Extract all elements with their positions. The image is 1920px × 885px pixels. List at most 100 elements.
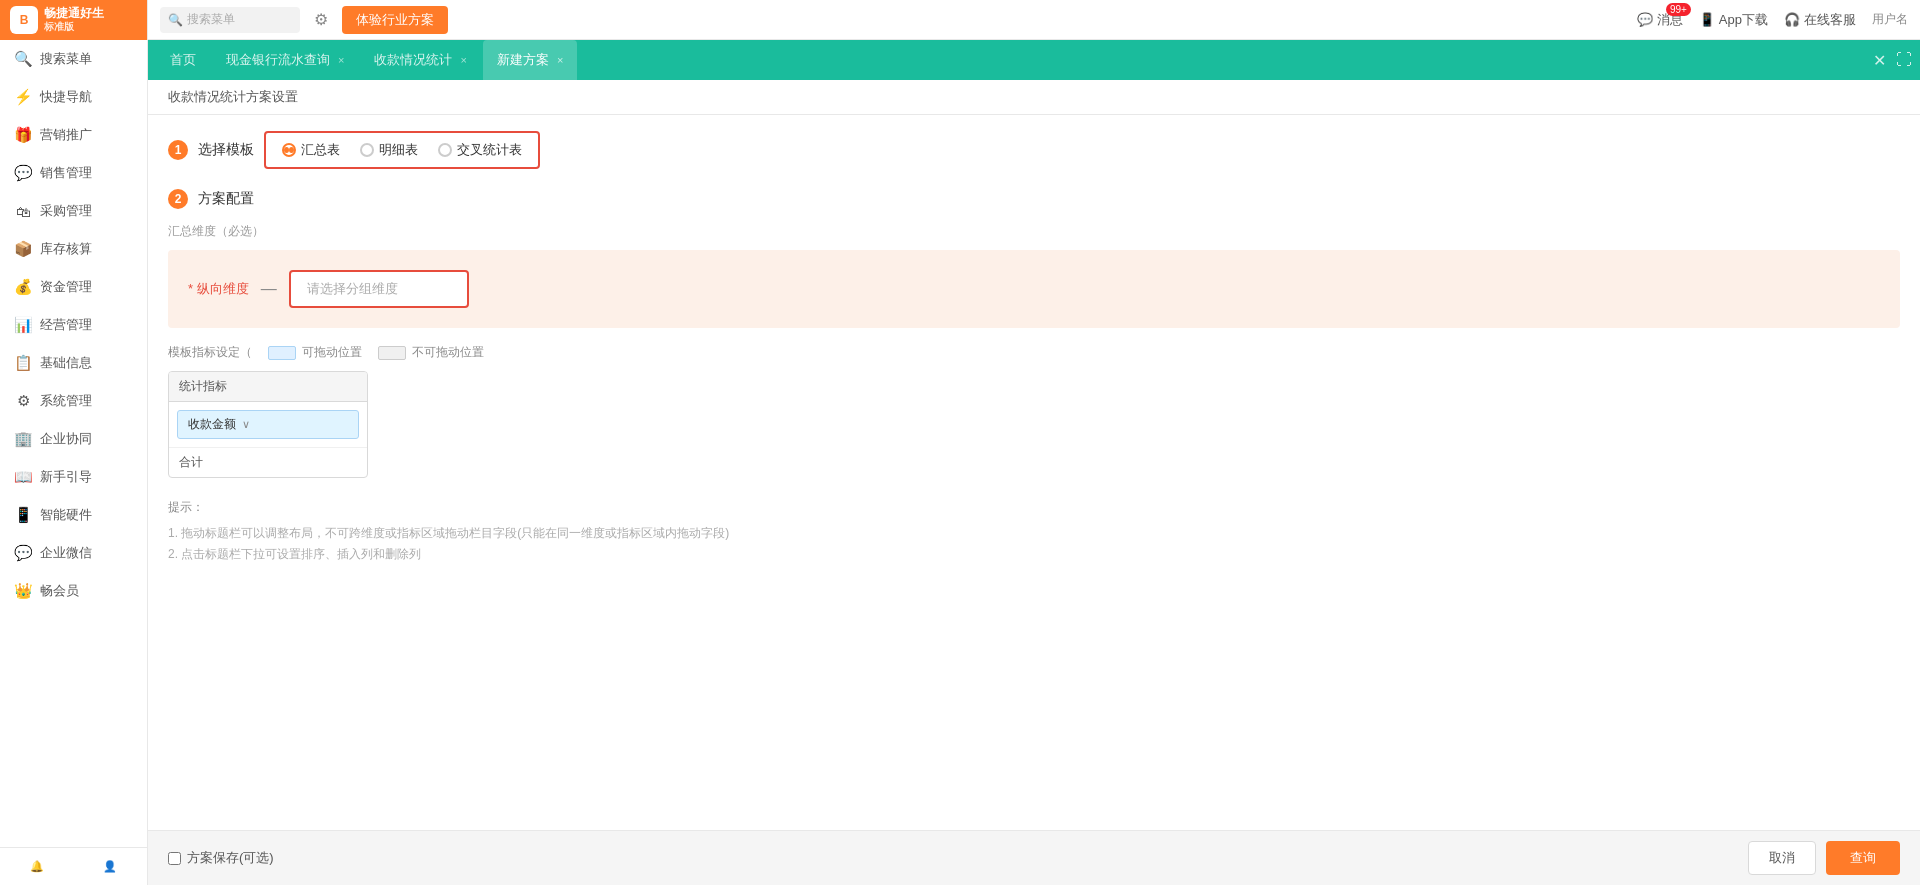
bag-icon: 🛍 <box>14 203 32 220</box>
sidebar-item-marketing[interactable]: 🎁 营销推广 <box>0 116 147 154</box>
cancel-button[interactable]: 取消 <box>1748 841 1816 875</box>
metrics-tag-amount[interactable]: 收款金额 ∨ <box>177 410 359 439</box>
sidebar-item-sales[interactable]: 💬 销售管理 <box>0 154 147 192</box>
sidebar-item-label: 库存核算 <box>40 240 92 258</box>
dimension-label: 汇总维度（必选） <box>168 223 1900 240</box>
radio-circle-detail <box>360 143 374 157</box>
message-icon: 💬 <box>1637 12 1653 27</box>
step1-header: 1 选择模板 汇总表 明细表 <box>168 131 1900 169</box>
tabbar-right: ✕ ⛶ <box>1873 51 1912 70</box>
tab-home[interactable]: 首页 <box>156 40 210 80</box>
metrics-header: 统计指标 <box>169 372 367 402</box>
tab-receipts[interactable]: 收款情况统计 × <box>360 40 480 80</box>
dimension-arrow: — <box>261 280 277 298</box>
sidebar-bottom-btn-2[interactable]: 👤 <box>99 856 121 877</box>
dimension-area: * 纵向维度 — 请选择分组维度 <box>168 250 1900 328</box>
sidebar-item-finance[interactable]: 💰 资金管理 <box>0 268 147 306</box>
sidebar-item-guide[interactable]: 📖 新手引导 <box>0 458 147 496</box>
user-info[interactable]: 用户名 <box>1872 11 1908 28</box>
content: 收款情况统计方案设置 1 选择模板 汇总表 <box>148 80 1920 885</box>
book-icon: 📖 <box>14 468 32 486</box>
download-icon: 📱 <box>1699 12 1715 27</box>
settings-icon[interactable]: ⚙ <box>310 10 332 29</box>
tab-new-plan[interactable]: 新建方案 × <box>483 40 577 80</box>
legend-draggable: 可拖动位置 <box>268 344 362 361</box>
breadcrumb: 收款情况统计方案设置 <box>148 80 1920 115</box>
tab-bank[interactable]: 现金银行流水查询 × <box>212 40 358 80</box>
draggable-legend-box <box>268 346 296 360</box>
service-badge[interactable]: 🎧 在线客服 <box>1784 11 1856 29</box>
tab-close-receipts[interactable]: × <box>460 54 466 66</box>
trial-button[interactable]: 体验行业方案 <box>342 6 448 34</box>
sidebar-bottom-btn-1[interactable]: 🔔 <box>26 856 48 877</box>
crown-icon: 👑 <box>14 582 32 600</box>
app-logo: B 畅捷通好生 标准版 <box>0 0 147 40</box>
query-button[interactable]: 查询 <box>1826 841 1900 875</box>
building-icon: 🏢 <box>14 430 32 448</box>
metrics-config-label: 模板指标设定（ <box>168 344 252 361</box>
sidebar-item-label: 资金管理 <box>40 278 92 296</box>
sidebar-item-label: 系统管理 <box>40 392 92 410</box>
sidebar-item-basic[interactable]: 📋 基础信息 <box>0 344 147 382</box>
content-body: 1 选择模板 汇总表 明细表 <box>148 115 1920 830</box>
metrics-table: 统计指标 收款金额 ∨ 合计 <box>168 371 368 478</box>
sidebar-item-enterprise[interactable]: 🏢 企业协同 <box>0 420 147 458</box>
sidebar-item-label: 采购管理 <box>40 202 92 220</box>
sidebar-item-quicknav[interactable]: ⚡ 快捷导航 <box>0 78 147 116</box>
expand-icon[interactable]: ⛶ <box>1896 51 1912 69</box>
dimension-input[interactable]: 请选择分组维度 <box>289 270 469 308</box>
sidebar-item-wechat[interactable]: 💬 企业微信 <box>0 534 147 572</box>
tips-title: 提示： <box>168 497 1900 519</box>
sidebar-item-purchase[interactable]: 🛍 采购管理 <box>0 192 147 230</box>
sidebar: B 畅捷通好生 标准版 🔍 搜索菜单 ⚡ 快捷导航 🎁 营销推广 💬 销售管理 … <box>0 0 148 885</box>
save-checkbox-input[interactable] <box>168 852 181 865</box>
radio-circle-cross <box>438 143 452 157</box>
tab-close-bank[interactable]: × <box>338 54 344 66</box>
fixed-legend-box <box>378 346 406 360</box>
chart-icon: 📊 <box>14 316 32 334</box>
service-label: 在线客服 <box>1804 11 1856 29</box>
sidebar-item-label: 搜索菜单 <box>40 50 92 68</box>
step1-badge: 1 <box>168 140 188 160</box>
step2-header: 2 方案配置 <box>168 189 1900 209</box>
box-icon: 📦 <box>14 240 32 258</box>
download-badge[interactable]: 📱 App下载 <box>1699 11 1768 29</box>
tabbar: 首页 现金银行流水查询 × 收款情况统计 × 新建方案 × ✕ ⛶ <box>148 40 1920 80</box>
close-window-icon[interactable]: ✕ <box>1873 51 1886 70</box>
sidebar-item-inventory[interactable]: 📦 库存核算 <box>0 230 147 268</box>
search-icon: 🔍 <box>168 13 183 27</box>
step2-title: 方案配置 <box>198 190 254 208</box>
gift-icon: 🎁 <box>14 126 32 144</box>
save-option-checkbox[interactable]: 方案保存(可选) <box>168 849 274 867</box>
radio-cross[interactable]: 交叉统计表 <box>438 141 522 159</box>
phone-icon: 📱 <box>14 506 32 524</box>
logo-icon: B <box>10 6 38 34</box>
sidebar-item-hardware[interactable]: 📱 智能硬件 <box>0 496 147 534</box>
list-icon: 📋 <box>14 354 32 372</box>
radio-summary[interactable]: 汇总表 <box>282 141 340 159</box>
dimension-row: * 纵向维度 — 请选择分组维度 <box>188 270 1880 308</box>
template-radio-group: 汇总表 明细表 交叉统计表 <box>264 131 540 169</box>
legend-fixed: 不可拖动位置 <box>378 344 484 361</box>
step2-badge: 2 <box>168 189 188 209</box>
message-count: 99+ <box>1666 3 1691 16</box>
metrics-label-row: 模板指标设定（ 可拖动位置 不可拖动位置 <box>168 344 1900 361</box>
chat-icon: 💬 <box>14 164 32 182</box>
wechat-icon: 💬 <box>14 544 32 562</box>
tab-close-new-plan[interactable]: × <box>557 54 563 66</box>
sidebar-item-label: 智能硬件 <box>40 506 92 524</box>
sidebar-item-label: 基础信息 <box>40 354 92 372</box>
search-box[interactable]: 🔍 搜索菜单 <box>160 7 300 33</box>
money-icon: 💰 <box>14 278 32 296</box>
search-icon: 🔍 <box>14 50 32 68</box>
radio-detail[interactable]: 明细表 <box>360 141 418 159</box>
sidebar-item-member[interactable]: 👑 畅会员 <box>0 572 147 610</box>
sidebar-item-system[interactable]: ⚙ 系统管理 <box>0 382 147 420</box>
footer-actions: 取消 查询 <box>1748 841 1900 875</box>
sidebar-item-label: 销售管理 <box>40 164 92 182</box>
sidebar-item-search[interactable]: 🔍 搜索菜单 <box>0 40 147 78</box>
sidebar-item-label: 经营管理 <box>40 316 92 334</box>
message-badge[interactable]: 💬 消息 99+ <box>1637 11 1683 29</box>
footer: 方案保存(可选) 取消 查询 <box>148 830 1920 885</box>
sidebar-item-operations[interactable]: 📊 经营管理 <box>0 306 147 344</box>
